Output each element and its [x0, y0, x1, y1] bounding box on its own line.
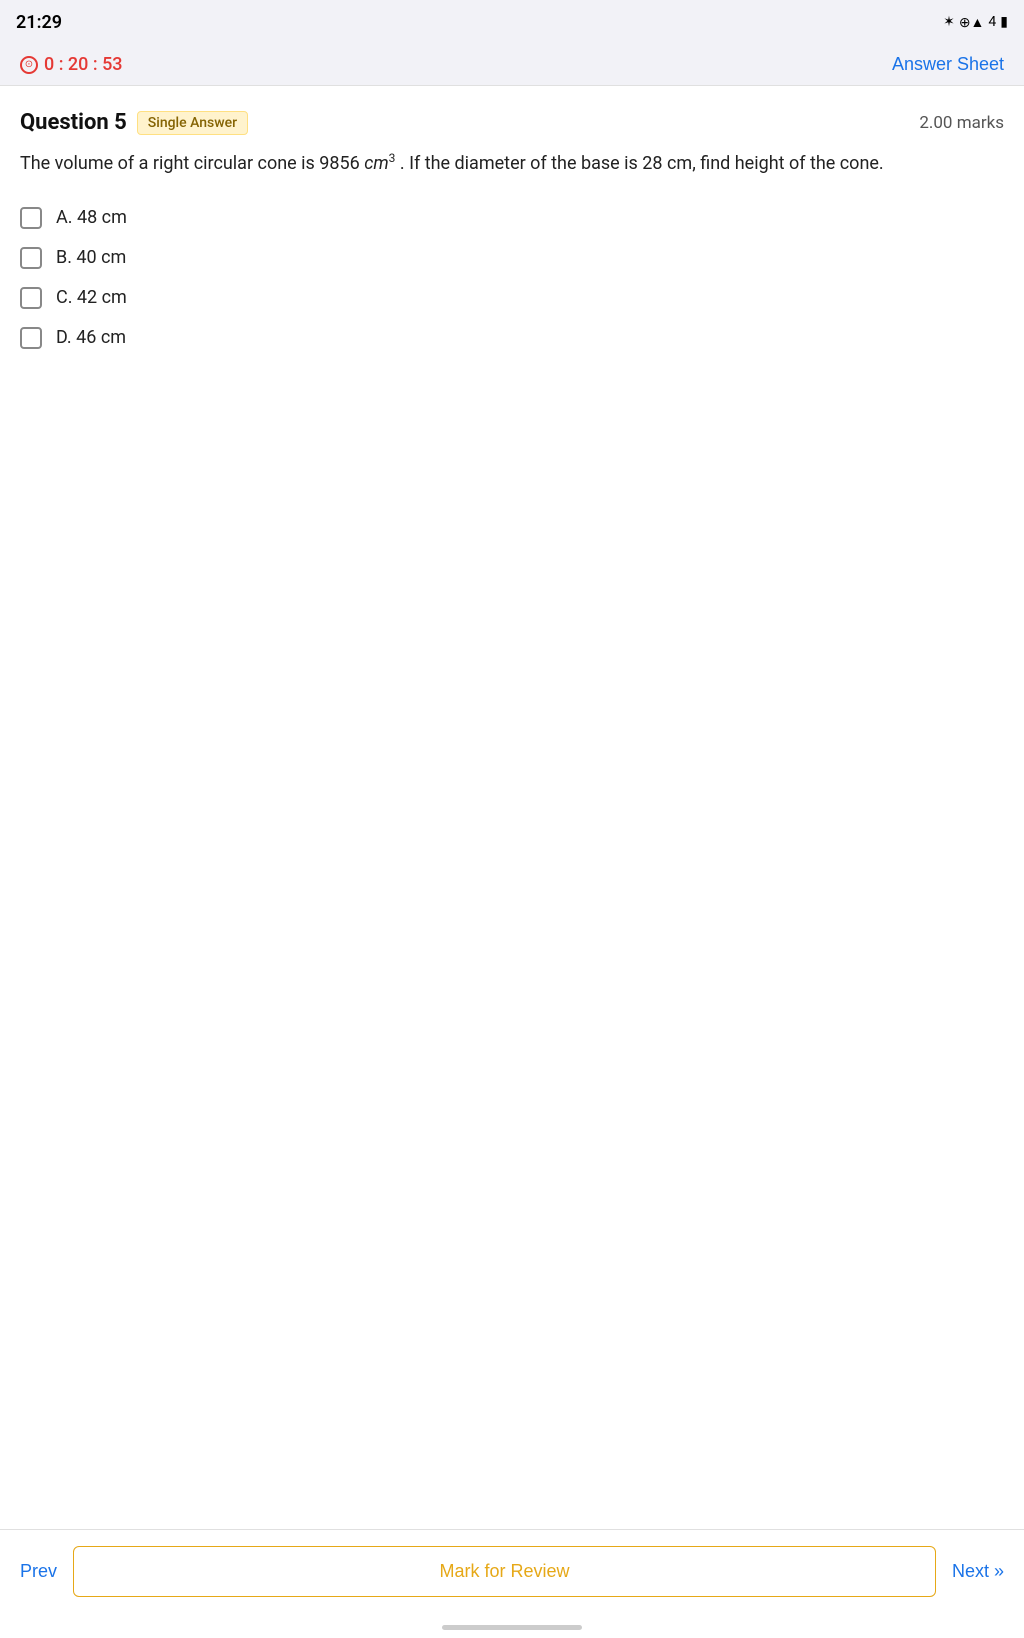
options-list: A. 48 cm B. 40 cm C. 42 cm D. 46 cm: [20, 207, 1004, 349]
quiz-header: ⊙ 0 : 20 : 53 Answer Sheet: [0, 44, 1024, 86]
option-c-label: C. 42 cm: [56, 287, 127, 308]
checkbox-b[interactable]: [20, 247, 42, 269]
wifi-icon: ⊕▲: [959, 14, 985, 31]
question-text-after: . If the diameter of the base is 28 cm, …: [395, 153, 883, 174]
checkbox-d[interactable]: [20, 327, 42, 349]
option-d[interactable]: D. 46 cm: [20, 327, 1004, 349]
home-indicator: [442, 1625, 582, 1630]
marks-label: 2.00 marks: [919, 113, 1004, 133]
timer-display: 0 : 20 : 53: [44, 54, 123, 75]
status-bar: 21:29 ✶ ⊕▲ 4 ▮: [0, 0, 1024, 44]
checkbox-a[interactable]: [20, 207, 42, 229]
question-text: The volume of a right circular cone is 9…: [20, 149, 1004, 179]
question-text-before: The volume of a right circular cone is 9…: [20, 153, 364, 174]
status-icons: ✶ ⊕▲ 4 ▮: [943, 14, 1008, 31]
answer-type-badge: Single Answer: [137, 111, 248, 135]
signal-icon: 4: [988, 14, 996, 30]
question-label: Question 5: [20, 110, 127, 135]
timer: ⊙ 0 : 20 : 53: [20, 54, 123, 75]
option-c[interactable]: C. 42 cm: [20, 287, 1004, 309]
answer-sheet-button[interactable]: Answer Sheet: [892, 54, 1004, 75]
mark-for-review-button[interactable]: Mark for Review: [73, 1546, 936, 1597]
checkbox-c[interactable]: [20, 287, 42, 309]
option-d-label: D. 46 cm: [56, 327, 126, 348]
question-formula: cm3: [364, 153, 395, 174]
option-a-label: A. 48 cm: [56, 207, 127, 228]
prev-button[interactable]: Prev: [20, 1561, 57, 1582]
option-b-label: B. 40 cm: [56, 247, 126, 268]
question-title-group: Question 5 Single Answer: [20, 110, 248, 135]
timer-icon: ⊙: [20, 56, 38, 74]
device-frame: 21:29 ✶ ⊕▲ 4 ▮ ⊙ 0 : 20 : 53 Answer Shee…: [0, 0, 1024, 1638]
bluetooth-icon: ✶: [943, 14, 955, 30]
option-b[interactable]: B. 40 cm: [20, 247, 1004, 269]
option-a[interactable]: A. 48 cm: [20, 207, 1004, 229]
bottom-navigation: Prev Mark for Review Next »: [0, 1529, 1024, 1625]
next-button[interactable]: Next »: [952, 1561, 1004, 1582]
battery-icon: ▮: [1000, 14, 1008, 30]
main-content: Question 5 Single Answer 2.00 marks The …: [0, 86, 1024, 1529]
question-header: Question 5 Single Answer 2.00 marks: [20, 110, 1004, 135]
status-time: 21:29: [16, 12, 62, 33]
